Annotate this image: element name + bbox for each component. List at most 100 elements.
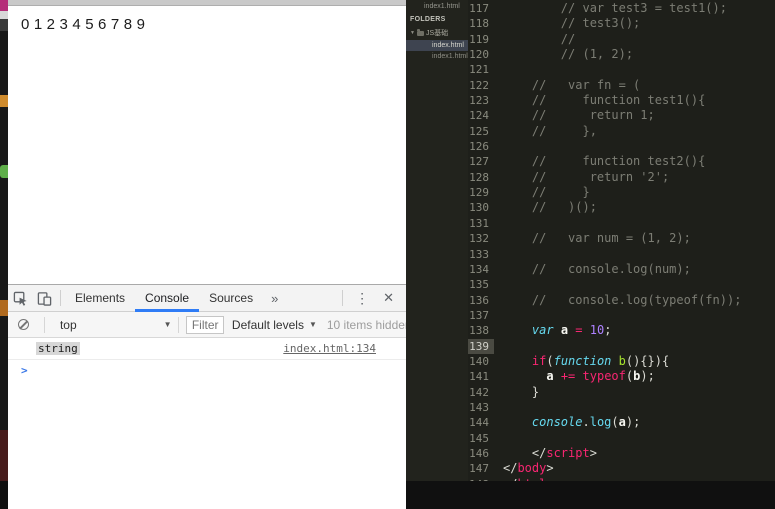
code-token: a [618,415,626,430]
console-empty-area[interactable] [8,380,406,509]
code-token: body [517,461,547,476]
browser-window-top-edge [8,0,406,6]
line-number: 132 [469,232,489,246]
code-line[interactable]: 139 [468,338,775,354]
console-message-row: string index.html:134 [8,338,406,360]
code-line-content: } [494,385,539,400]
code-token: ); [640,369,655,384]
line-number: 126 [469,140,489,154]
code-line[interactable]: 121 [468,62,775,77]
code-line[interactable]: 135 [468,277,775,292]
filter-input[interactable]: Filter [186,315,224,334]
code-line[interactable]: 129 // } [468,185,775,200]
code-line[interactable]: 142 } [468,385,775,400]
code-token: log [589,415,612,430]
code-line[interactable]: 146 </script> [468,446,775,461]
more-tabs-icon[interactable]: » [263,291,286,306]
folders-section-label: FOLDERS [410,16,446,23]
code-token: // [503,31,576,46]
code-line[interactable]: 136 // console.log(typeof(fn)); [468,293,775,308]
code-line[interactable]: 123 // function test1(){ [468,93,775,108]
code-line[interactable]: 120 // (1, 2); [468,47,775,62]
code-line[interactable]: 145 [468,431,775,446]
code-line[interactable]: 138 var a = 10; [468,323,775,338]
line-number: 119 [469,32,489,46]
context-selector-value: top [59,317,77,332]
code-line[interactable]: 127 // function test2(){ [468,154,775,169]
device-toolbar-icon[interactable] [32,288,56,308]
console-message-text[interactable]: string [36,342,80,355]
line-number: 147 [469,462,489,476]
code-line-content [494,277,503,292]
code-line[interactable]: 147 </body> [468,461,775,476]
open-file-item[interactable]: index1.html [406,0,468,12]
code-area[interactable]: 117 // var test3 = test1(); 118 // test3(… [468,0,775,481]
code-token: // }, [503,123,597,138]
line-number: 146 [469,446,489,460]
file-tree-item-selected[interactable]: index.html [406,40,468,51]
code-line[interactable]: 148</html> [468,477,775,481]
devtools-panel: Elements Console Sources » ⋮ ✕ top ▼ Fil… [8,284,406,509]
folder-expand-icon: ▼ [410,30,415,36]
code-line[interactable]: 134 // console.log(num); [468,262,775,277]
code-line-content: console.log(a); [494,415,640,430]
line-number: 120 [469,48,489,62]
line-number: 148 [468,477,494,481]
tab-console[interactable]: Console [135,285,200,312]
code-line-content: // var fn = ( [494,78,640,93]
clear-console-icon[interactable] [18,319,29,330]
console-prompt-row[interactable]: > [8,360,406,380]
code-line[interactable]: 131 [468,216,775,231]
code-line[interactable]: 133 [468,247,775,262]
code-token: // var test3 = test1(); [503,1,727,15]
code-token: } [503,384,540,399]
code-line-content [494,339,503,354]
close-icon[interactable]: ✕ [377,290,406,306]
code-line-content: // console.log(typeof(fn)); [494,293,742,308]
code-token: </ [503,477,517,481]
line-number: 118 [469,17,489,31]
code-token: var [531,323,554,338]
code-line[interactable]: 122 // var fn = ( [468,78,775,93]
context-selector[interactable]: top ▼ [52,318,172,332]
tab-elements[interactable]: Elements [65,285,135,312]
code-line-content: a += typeof(b); [494,369,655,384]
code-token: += [560,369,576,384]
code-line[interactable]: 143 [468,400,775,415]
log-levels-dropdown[interactable]: Default levels ▼ [232,318,317,332]
code-line[interactable]: 130 // )(); [468,200,775,215]
code-line[interactable]: 137 [468,308,775,323]
tab-sources[interactable]: Sources [199,285,263,312]
console-source-link[interactable]: index.html:134 [283,342,376,355]
code-line[interactable]: 118 // test3(); [468,16,775,31]
code-line-content [494,139,503,154]
toolbar-separator [60,290,61,306]
kebab-menu-icon[interactable]: ⋮ [347,290,377,307]
code-line[interactable]: 132 // var num = (1, 2); [468,231,775,246]
code-line[interactable]: 128 // return '2'; [468,170,775,185]
inspect-element-icon[interactable] [8,288,32,308]
line-number: 137 [469,308,489,322]
file-tree-item[interactable]: index1.html [406,51,468,62]
code-token: ; [604,323,612,338]
code-line[interactable]: 144 console.log(a); [468,415,775,430]
code-line[interactable]: 125 // }, [468,124,775,139]
code-line[interactable]: 119 // [468,32,775,47]
code-line[interactable]: 140 if(function b(){}){ [468,354,775,369]
code-token: // return 1; [503,108,655,123]
code-line[interactable]: 117 // var test3 = test1(); [468,1,775,16]
code-line[interactable]: 126 [468,139,775,154]
code-token: // var fn = ( [503,77,641,92]
window-edge-fragment [0,19,8,31]
code-line-content: </body> [494,461,554,476]
code-line-content: // return '2'; [494,170,669,185]
code-line[interactable]: 124 // return 1; [468,108,775,123]
folder-tree-item[interactable]: ▼ JS基础 [406,25,468,40]
code-token: a [560,323,569,338]
code-line[interactable]: 141 a += typeof(b); [468,369,775,384]
line-number: 117 [469,2,489,15]
